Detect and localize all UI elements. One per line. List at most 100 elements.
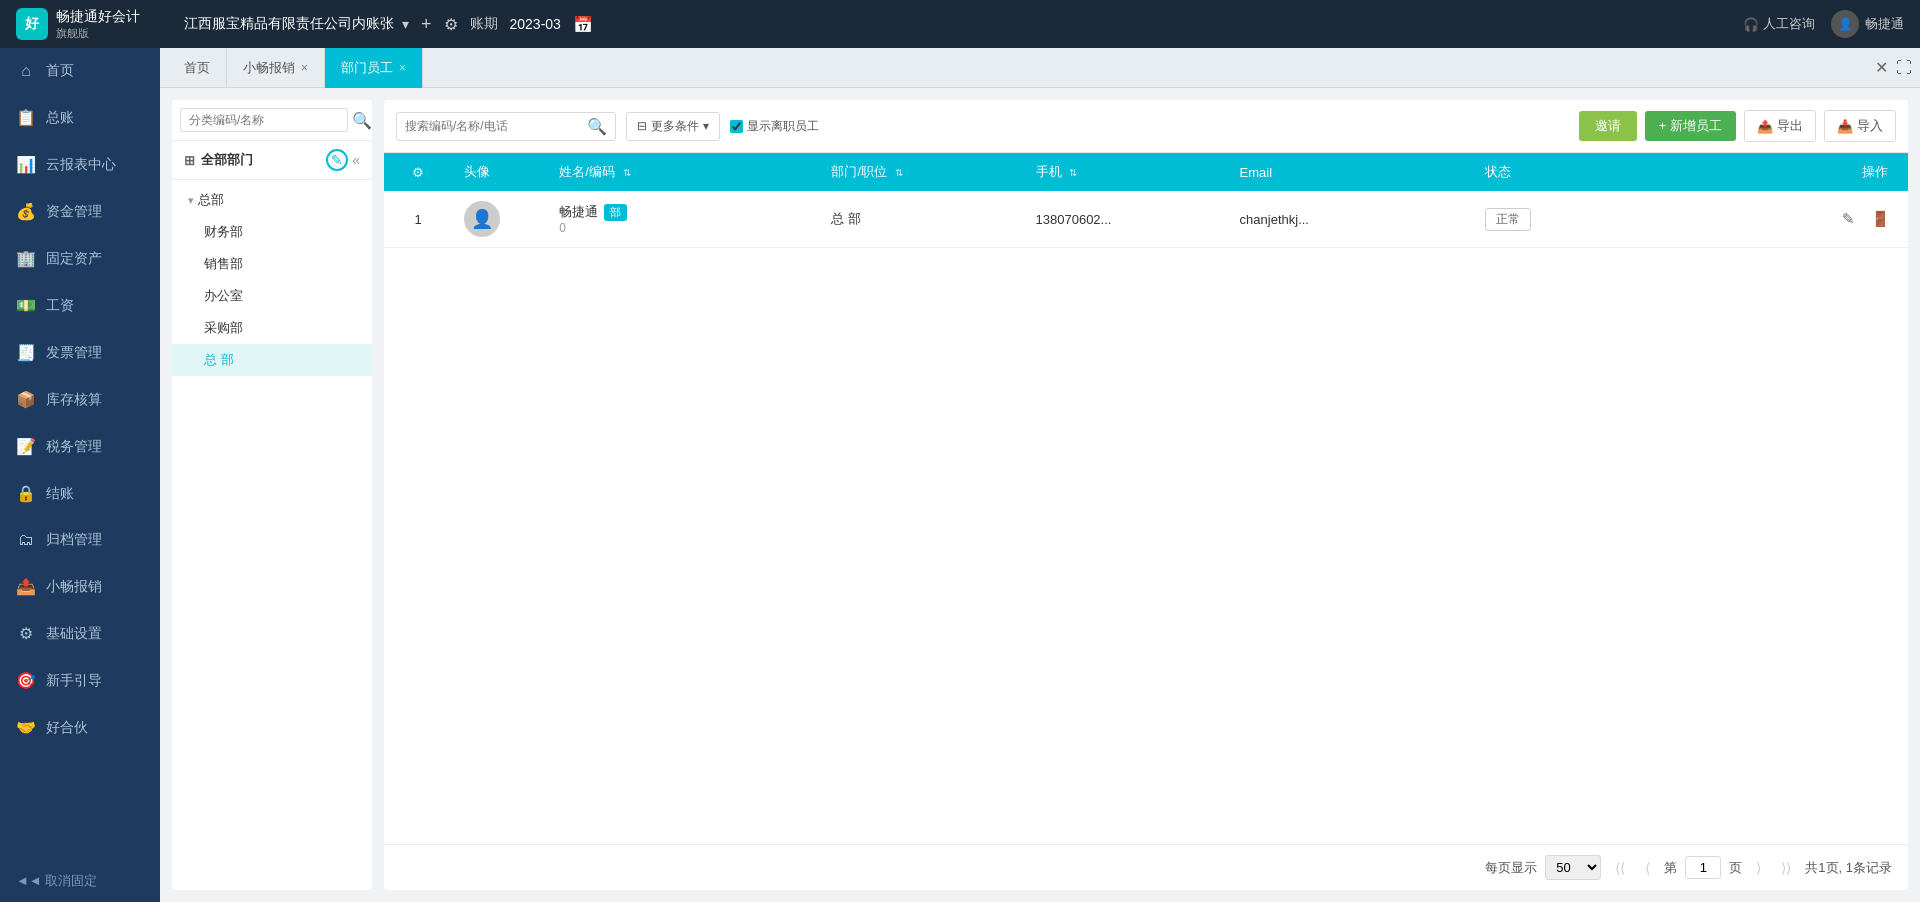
tab-home[interactable]: 首页 (168, 48, 227, 88)
add-employee-button[interactable]: + 新增员工 (1645, 111, 1736, 141)
add-dept-button[interactable]: ✎ (326, 149, 348, 171)
employee-dept-badge: 部 (604, 204, 627, 221)
import-label: 导入 (1857, 117, 1883, 135)
sidebar-item-close[interactable]: 🔒 结账 (0, 470, 160, 517)
tab-dept-employee-close[interactable]: × (399, 61, 406, 75)
filter-button[interactable]: ⊟ 更多条件 ▾ (626, 112, 720, 141)
page-label: 第 (1664, 859, 1677, 877)
sidebar-item-inventory[interactable]: 📦 库存核算 (0, 376, 160, 423)
sidebar-label-reports: 云报表中心 (46, 156, 116, 174)
page-input[interactable] (1685, 856, 1721, 879)
dept-node-general[interactable]: 总 部 (172, 344, 372, 376)
calendar-icon[interactable]: 📅 (573, 15, 593, 34)
guide-icon: 🎯 (16, 671, 36, 690)
dept-node-finance[interactable]: 财务部 (172, 216, 372, 248)
page-content: 🔍 ⊞ 全部部门 ✎ « ▾ 总部 财务部 (160, 88, 1920, 902)
next-page-button[interactable]: ⟩ (1750, 858, 1767, 878)
settings-button[interactable]: ⚙ (444, 15, 458, 34)
content-area: 首页 小畅报销 × 部门员工 × ✕ ⛶ 🔍 (160, 48, 1920, 902)
col-name-label: 姓名/编码 (559, 164, 615, 179)
logo-icon: 好 (16, 8, 48, 40)
sidebar-item-home[interactable]: ⌂ 首页 (0, 48, 160, 94)
row-phone-cell: 138070602... (1024, 191, 1228, 248)
expand-tab-button[interactable]: ⛶ (1896, 58, 1912, 77)
page-size-select[interactable]: 50 10 20 100 (1545, 855, 1601, 880)
page-size-label: 每页显示 (1485, 859, 1537, 877)
show-resigned-checkbox[interactable] (730, 120, 743, 133)
search-box: 🔍 (396, 112, 616, 141)
sidebar-item-reports[interactable]: 📊 云报表中心 (0, 141, 160, 188)
dept-node-purchase[interactable]: 采购部 (172, 312, 372, 344)
company-dropdown-button[interactable]: ▾ (402, 16, 409, 32)
salary-icon: 💵 (16, 296, 36, 315)
delete-employee-button[interactable]: 🚪 (1865, 208, 1896, 230)
tax-icon: 📝 (16, 437, 36, 456)
show-resigned-checkbox-label[interactable]: 显示离职员工 (730, 118, 819, 135)
employee-search-input[interactable] (405, 119, 587, 133)
last-page-button[interactable]: ⟩⟩ (1775, 858, 1797, 878)
sidebar-item-assets[interactable]: 🏢 固定资产 (0, 235, 160, 282)
sidebar-item-funds[interactable]: 💰 资金管理 (0, 188, 160, 235)
dept-label-finance: 财务部 (204, 223, 243, 241)
col-name[interactable]: 姓名/编码 ⇅ (547, 153, 819, 191)
close-tab-button[interactable]: ✕ (1875, 58, 1888, 77)
user-area[interactable]: 👤 畅捷通 (1831, 10, 1904, 38)
edit-employee-button[interactable]: ✎ (1836, 208, 1861, 230)
inventory-icon: 📦 (16, 390, 36, 409)
add-company-button[interactable]: + (421, 14, 432, 35)
page-total: 共1页, 1条记录 (1805, 859, 1892, 877)
sidebar-item-invoice[interactable]: 🧾 发票管理 (0, 329, 160, 376)
sidebar: ⌂ 首页 📋 总账 📊 云报表中心 💰 资金管理 🏢 固定资产 💵 工资 🧾 发… (0, 48, 160, 902)
dept-search-input[interactable] (180, 108, 348, 132)
funds-icon: 💰 (16, 202, 36, 221)
dept-search-icon[interactable]: 🔍 (352, 111, 372, 130)
col-dept[interactable]: 部门/职位 ⇅ (819, 153, 1023, 191)
period-label: 账期 (470, 15, 498, 33)
dept-root-label[interactable]: 全部部门 (201, 151, 253, 169)
prev-page-button[interactable]: ⟨ (1639, 858, 1656, 878)
col-phone[interactable]: 手机 ⇅ (1024, 153, 1228, 191)
dept-node-sales[interactable]: 销售部 (172, 248, 372, 280)
invite-button[interactable]: 邀请 (1579, 111, 1637, 141)
partners-icon: 🤝 (16, 718, 36, 737)
collapse-dept-button[interactable]: « (352, 149, 360, 171)
sidebar-item-guide[interactable]: 🎯 新手引导 (0, 657, 160, 704)
close-account-icon: 🔒 (16, 484, 36, 503)
sidebar-item-ledger[interactable]: 📋 总账 (0, 94, 160, 141)
tab-xiaochang-close[interactable]: × (301, 61, 308, 75)
dept-node-root[interactable]: ▾ 总部 (172, 184, 372, 216)
basic-icon: ⚙ (16, 624, 36, 643)
col-settings[interactable]: ⚙ (384, 153, 452, 191)
tab-dept-employee[interactable]: 部门员工 × (325, 48, 423, 88)
top-header: 好 畅捷通好会计 旗舰版 江西服宝精品有限责任公司内账张 ▾ + ⚙ 账期 20… (0, 0, 1920, 48)
row-email-cell: chanjethkj... (1228, 191, 1473, 248)
support-button[interactable]: 🎧 人工咨询 (1743, 15, 1815, 33)
dept-panel: 🔍 ⊞ 全部部门 ✎ « ▾ 总部 财务部 (172, 100, 372, 890)
table-header: ⚙ 头像 姓名/编码 ⇅ 部门/职位 ⇅ (384, 153, 1908, 191)
tab-xiaochang[interactable]: 小畅报销 × (227, 48, 325, 88)
sidebar-item-salary[interactable]: 💵 工资 (0, 282, 160, 329)
export-button[interactable]: 📤 导出 (1744, 110, 1816, 142)
sidebar-item-xiaochang[interactable]: 📤 小畅报销 (0, 563, 160, 610)
first-page-button[interactable]: ⟨⟨ (1609, 858, 1631, 878)
sidebar-label-xiaochang: 小畅报销 (46, 578, 102, 596)
unpin-label: ◄◄ 取消固定 (16, 872, 97, 890)
sidebar-item-archive[interactable]: 🗂 归档管理 (0, 517, 160, 563)
import-button[interactable]: 📥 导入 (1824, 110, 1896, 142)
page-suffix: 页 (1729, 859, 1742, 877)
sidebar-item-partners[interactable]: 🤝 好合伙 (0, 704, 160, 751)
row-actions-cell: ✎ 🚪 (1745, 191, 1908, 248)
sidebar-item-basic[interactable]: ⚙ 基础设置 (0, 610, 160, 657)
employee-name: 畅捷通 (559, 203, 598, 221)
employee-search-icon[interactable]: 🔍 (587, 117, 607, 136)
user-name: 畅捷通 (1865, 15, 1904, 33)
header-middle: ▾ + ⚙ 账期 2023-03 📅 (402, 14, 593, 35)
row-index: 1 (384, 191, 452, 248)
dept-node-office[interactable]: 办公室 (172, 280, 372, 312)
table-row: 1 👤 畅捷通 部 0 (384, 191, 1908, 248)
headset-icon: 🎧 (1743, 17, 1759, 32)
unpin-button[interactable]: ◄◄ 取消固定 (0, 860, 160, 902)
sidebar-item-tax[interactable]: 📝 税务管理 (0, 423, 160, 470)
tab-xiaochang-label: 小畅报销 (243, 59, 295, 77)
dept-label-root: 总部 (198, 191, 224, 209)
